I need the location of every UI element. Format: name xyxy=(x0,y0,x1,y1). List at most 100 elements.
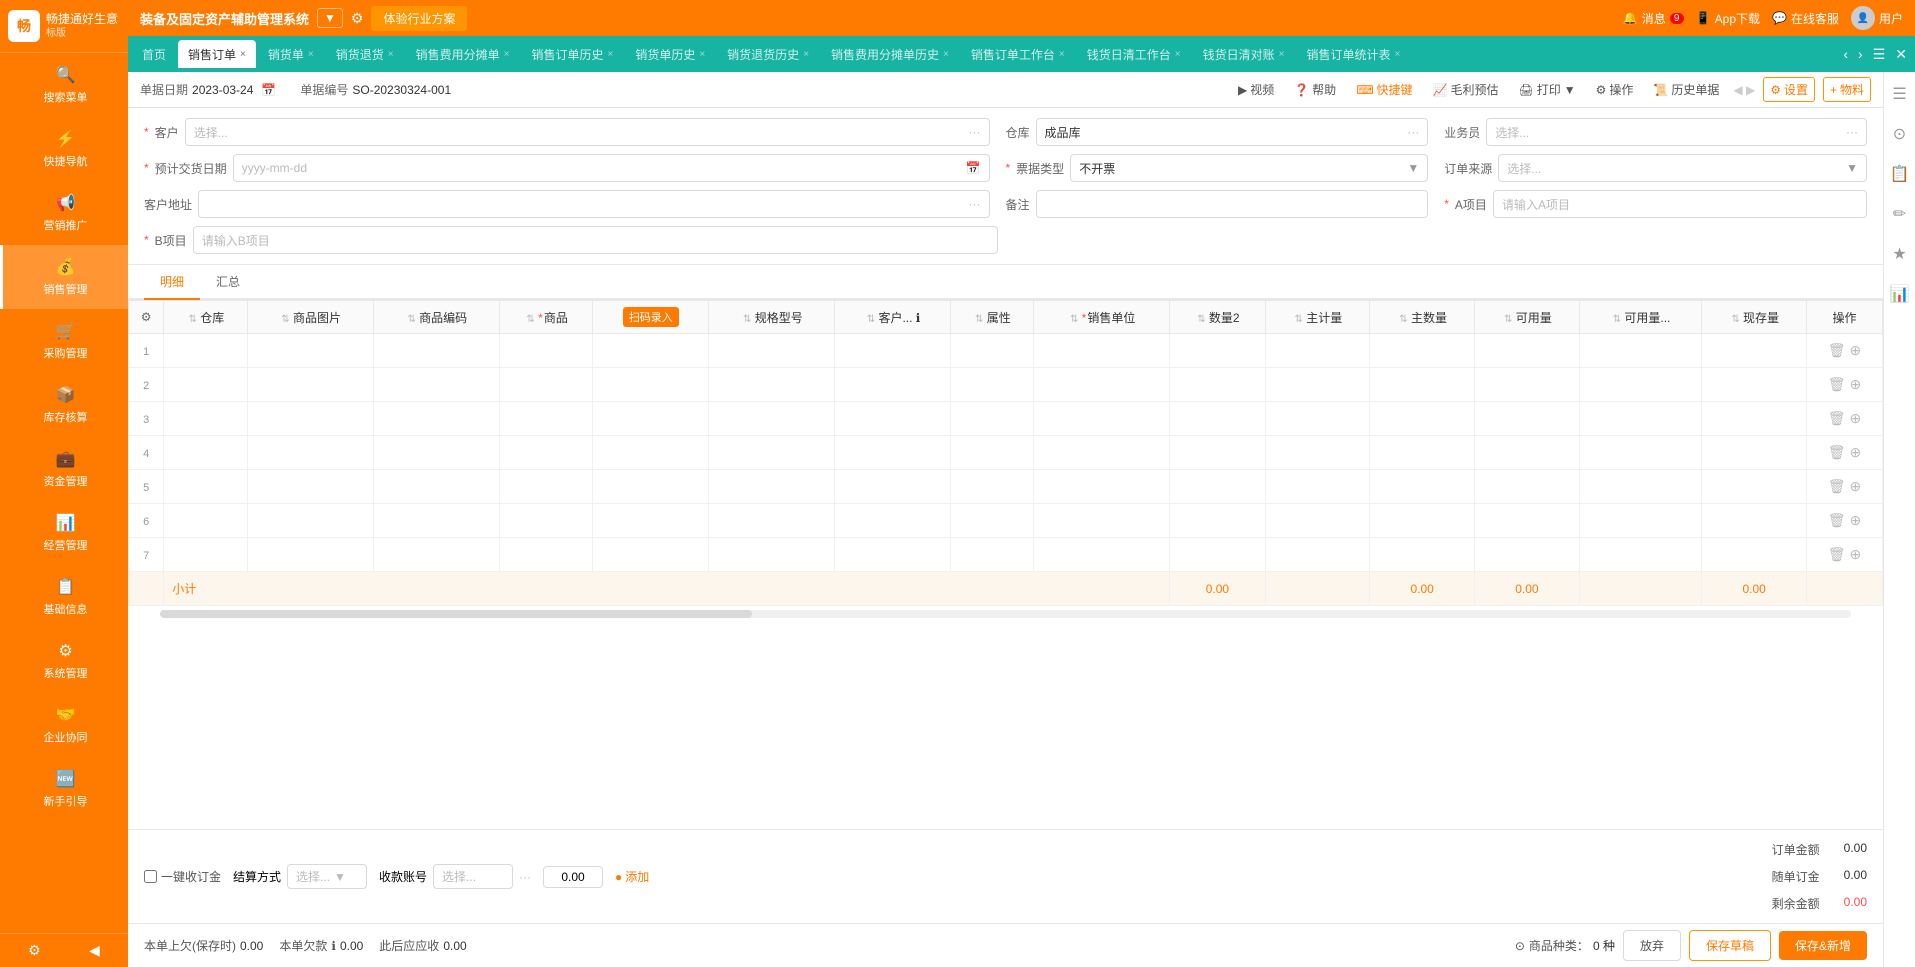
header-gear-icon[interactable]: ⚙ xyxy=(351,10,364,27)
tab-close-goods-history[interactable]: × xyxy=(699,49,705,60)
tab-close-order-workbench[interactable]: × xyxy=(1059,49,1065,60)
tab-close-fee-history[interactable]: × xyxy=(943,49,949,60)
tab-sales-return[interactable]: 销货退货 × xyxy=(326,40,404,68)
sidebar-icon-6[interactable]: 📊 xyxy=(1886,280,1914,308)
scroll-thumb[interactable] xyxy=(160,610,752,618)
tab-daily-workbench[interactable]: 钱货日清工作台 × xyxy=(1077,40,1191,68)
tab-close-sales-stats[interactable]: × xyxy=(1394,49,1400,60)
customer-input[interactable]: 选择... ··· xyxy=(185,118,990,146)
sidebar-item-guide[interactable]: 🆕 新手引导 xyxy=(0,757,128,821)
sub-tab-detail[interactable]: 明细 xyxy=(144,265,200,300)
a-project-input[interactable]: 请输入A项目 xyxy=(1493,190,1867,218)
user-btn[interactable]: 👤 用户 xyxy=(1851,6,1903,30)
scroll-track[interactable] xyxy=(160,610,1851,618)
copy-row-icon[interactable]: ⊕ xyxy=(1850,546,1862,563)
tab-home[interactable]: 首页 xyxy=(132,40,176,68)
tab-close-daily-reconcile[interactable]: × xyxy=(1279,49,1285,60)
sidebar-icon-5[interactable]: ★ xyxy=(1888,240,1910,268)
settings-btn[interactable]: ⚙ 设置 xyxy=(1763,77,1815,102)
tab-daily-reconcile[interactable]: 钱货日清对账 × xyxy=(1193,40,1295,68)
notification-btn[interactable]: 🔔 消息 9 xyxy=(1623,10,1684,27)
delete-row-icon[interactable]: 🗑 xyxy=(1828,478,1846,495)
delete-row-icon[interactable]: 🗑 xyxy=(1828,546,1846,563)
th-gear[interactable]: ⚙ xyxy=(129,301,164,334)
copy-row-icon[interactable]: ⊕ xyxy=(1850,512,1862,529)
app-download-btn[interactable]: 📱 App下载 xyxy=(1696,10,1760,27)
sidebar-item-inventory[interactable]: 📦 库存核算 xyxy=(0,373,128,437)
invoice-type-select[interactable]: 不开票 ▼ xyxy=(1070,154,1428,182)
sidebar-item-system[interactable]: ⚙ 系统管理 xyxy=(0,629,128,693)
sidebar-item-finance[interactable]: 💼 资金管理 xyxy=(0,437,128,501)
view-btn[interactable]: ▶ 视频 xyxy=(1232,78,1280,101)
copy-row-icon[interactable]: ⊕ xyxy=(1850,410,1862,427)
delete-row-icon[interactable]: 🗑 xyxy=(1828,512,1846,529)
tab-close-all-btn[interactable]: ✕ xyxy=(1891,44,1911,65)
delete-row-icon[interactable]: 🗑 xyxy=(1828,376,1846,393)
sub-tab-summary[interactable]: 汇总 xyxy=(200,265,256,300)
one-click-payment-input[interactable] xyxy=(144,870,157,883)
tab-close-sales-goods[interactable]: × xyxy=(308,49,314,60)
tab-sales-order-history[interactable]: 销售订单历史 × xyxy=(521,40,623,68)
gear-icon[interactable]: ⚙ xyxy=(141,310,152,324)
sidebar-icon-3[interactable]: 📋 xyxy=(1886,160,1914,188)
industry-btn[interactable]: 体验行业方案 xyxy=(371,6,467,31)
tab-next-btn[interactable]: › xyxy=(1854,44,1867,64)
tab-sales-order[interactable]: 销售订单 × xyxy=(178,40,256,68)
tab-close-sales-order[interactable]: × xyxy=(240,49,246,60)
one-click-payment-checkbox[interactable]: 一键收订金 xyxy=(144,868,221,885)
collapse-icon[interactable]: ◀ xyxy=(89,942,100,959)
operation-btn[interactable]: ⚙ 操作 xyxy=(1590,78,1640,101)
delete-row-icon[interactable]: 🗑 xyxy=(1828,342,1846,359)
tab-close-sales-order-history[interactable]: × xyxy=(607,49,613,60)
save-new-btn[interactable]: 保存&新增 xyxy=(1779,931,1867,960)
tab-close-daily-workbench[interactable]: × xyxy=(1175,49,1181,60)
shortcut-btn[interactable]: ⌨ 快捷键 xyxy=(1350,78,1418,101)
profit-btn[interactable]: 📈 毛利预估 xyxy=(1427,78,1505,101)
sidebar-icon-1[interactable]: ☰ xyxy=(1888,80,1910,108)
tab-sales-stats[interactable]: 销售订单统计表 × xyxy=(1296,40,1410,68)
settlement-select[interactable]: 选择... ▼ xyxy=(287,864,367,889)
scan-btn[interactable]: 扫码录入 xyxy=(623,307,679,327)
tab-menu-btn[interactable]: ☰ xyxy=(1869,44,1890,65)
salesperson-input[interactable]: 选择... ··· xyxy=(1486,118,1867,146)
order-source-select[interactable]: 选择... ▼ xyxy=(1498,154,1867,182)
sidebar-item-quicknav[interactable]: ⚡ 快捷导航 xyxy=(0,117,128,181)
sidebar-icon-4[interactable]: ✏ xyxy=(1889,200,1910,228)
tab-sales-fee[interactable]: 销售费用分摊单 × xyxy=(406,40,520,68)
tab-goods-history[interactable]: 销货单历史 × xyxy=(625,40,715,68)
receipt-more-icon[interactable]: ··· xyxy=(519,870,531,884)
online-service-btn[interactable]: 💬 在线客服 xyxy=(1772,10,1839,27)
tab-sales-goods[interactable]: 销货单 × xyxy=(258,40,324,68)
add-payment-btn[interactable]: ● 添加 xyxy=(615,868,649,885)
print-btn[interactable]: 🖨 打印 ▼ xyxy=(1513,78,1582,101)
calendar-icon[interactable]: 📅 xyxy=(261,83,276,97)
add-material-btn[interactable]: + 物料 xyxy=(1823,77,1871,102)
copy-row-icon[interactable]: ⊕ xyxy=(1850,478,1862,495)
history-btn[interactable]: 📜 历史单据 xyxy=(1647,78,1725,101)
copy-row-icon[interactable]: ⊕ xyxy=(1850,342,1862,359)
sidebar-item-enterprise[interactable]: 🤝 企业协同 xyxy=(0,693,128,757)
system-selector[interactable]: ▼ xyxy=(317,8,343,28)
remark-input[interactable] xyxy=(1036,190,1429,218)
delete-row-icon[interactable]: 🗑 xyxy=(1828,410,1846,427)
copy-row-icon[interactable]: ⊕ xyxy=(1850,444,1862,461)
tab-fee-history[interactable]: 销售费用分摊单历史 × xyxy=(821,40,959,68)
customer-address-input[interactable]: ··· xyxy=(198,190,989,218)
tab-return-history[interactable]: 销货退货历史 × xyxy=(717,40,819,68)
save-draft-btn[interactable]: 保存草稿 xyxy=(1689,930,1771,961)
tab-close-sales-fee[interactable]: × xyxy=(504,49,510,60)
copy-row-icon[interactable]: ⊕ xyxy=(1850,376,1862,393)
tab-prev-btn[interactable]: ‹ xyxy=(1839,44,1852,64)
delete-row-icon[interactable]: 🗑 xyxy=(1828,444,1846,461)
settings-bottom-icon[interactable]: ⚙ xyxy=(28,942,41,959)
delivery-calendar-icon[interactable]: 📅 xyxy=(966,161,981,175)
discard-btn[interactable]: 放弃 xyxy=(1623,930,1681,961)
sidebar-item-search[interactable]: 🔍 搜索菜单 xyxy=(0,53,128,117)
delivery-date-input[interactable]: yyyy-mm-dd 📅 xyxy=(233,154,990,182)
tab-close-sales-return[interactable]: × xyxy=(388,49,394,60)
sidebar-item-operations[interactable]: 📊 经营管理 xyxy=(0,501,128,565)
sidebar-item-sales[interactable]: 💰 销售管理 xyxy=(0,245,128,309)
sidebar-item-purchase[interactable]: 🛒 采购管理 xyxy=(0,309,128,373)
b-project-input[interactable]: 请输入B项目 xyxy=(193,226,998,254)
help-btn[interactable]: ❓ 帮助 xyxy=(1288,78,1342,101)
